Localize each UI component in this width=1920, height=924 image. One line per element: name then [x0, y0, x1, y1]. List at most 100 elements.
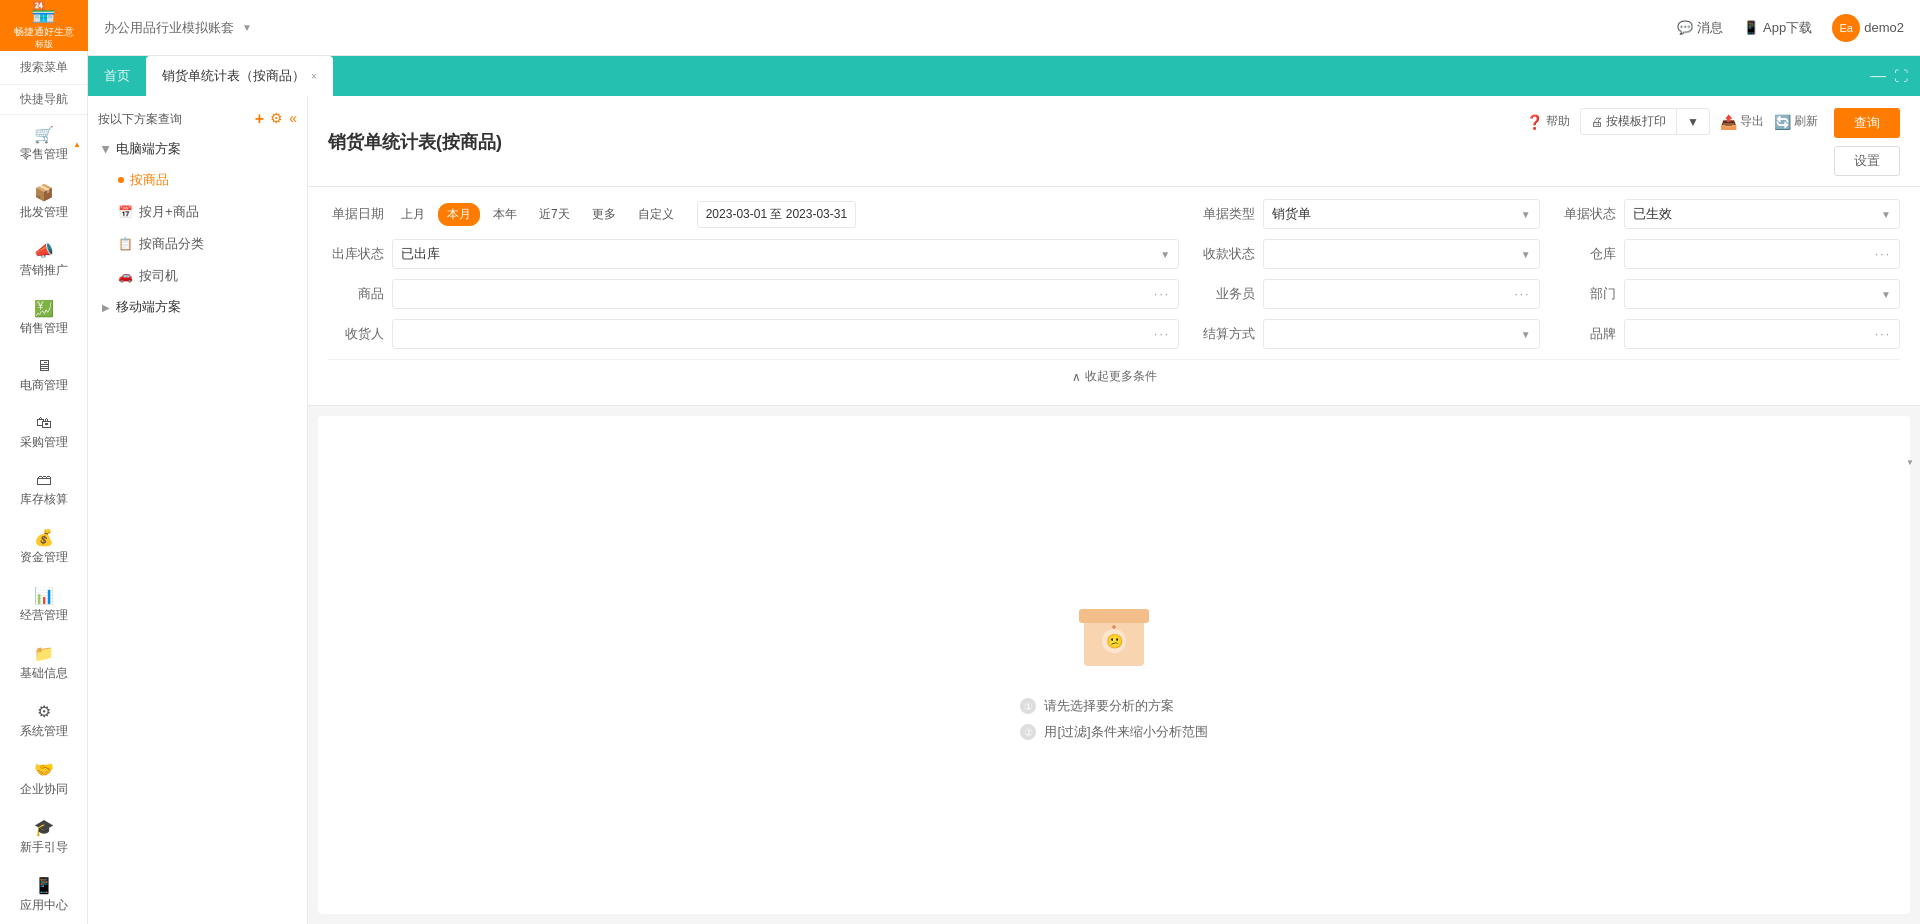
- scheme-item-by-month-product[interactable]: 📅 按月+商品: [88, 196, 307, 228]
- print-arrow-btn[interactable]: ▼: [1677, 111, 1709, 133]
- date-this-year[interactable]: 本年: [484, 203, 526, 226]
- tab-expand-icon[interactable]: ⛶: [1894, 68, 1908, 84]
- tab-close-btn[interactable]: ×: [311, 71, 317, 82]
- logo-text: 畅捷通好生意: [14, 26, 74, 38]
- tab-active[interactable]: 销货单统计表（按商品） ×: [146, 56, 333, 96]
- section-pc-label: 电脑端方案: [116, 140, 181, 158]
- sidebar-item-guide-label: 新手引导: [20, 839, 68, 856]
- sidebar-item-inventory[interactable]: 🗃 库存核算: [0, 461, 87, 518]
- sidebar-item-retail[interactable]: 🛒 零售管理: [0, 115, 87, 173]
- product-select[interactable]: ···: [392, 279, 1179, 309]
- sidebar-item-guide[interactable]: 🎓 新手引导: [0, 808, 87, 866]
- scheme-add-btn[interactable]: +: [255, 110, 264, 128]
- date-last-month[interactable]: 上月: [392, 203, 434, 226]
- scheme-collapse-btn[interactable]: «: [289, 110, 297, 128]
- print-btn[interactable]: 🖨 按模板打印: [1581, 109, 1677, 134]
- date-custom[interactable]: 自定义: [629, 203, 683, 226]
- sidebar-item-enterprise-label: 企业协同: [20, 781, 68, 798]
- sidebar-item-finance[interactable]: 💰 资金管理: [0, 518, 87, 576]
- refresh-label: 刷新: [1794, 113, 1818, 130]
- app-download-label: App下载: [1763, 19, 1812, 37]
- sidebar-item-base-label: 基础信息: [20, 665, 68, 682]
- brand-select[interactable]: ···: [1624, 319, 1900, 349]
- sidebar-item-wholesale[interactable]: 📦 批发管理: [0, 173, 87, 231]
- filter-date: 单据日期 上月 本月 本年 近7天 更多 自定义 2023-: [328, 201, 1179, 228]
- query-btn[interactable]: 查询: [1834, 108, 1900, 138]
- sidebar-item-finance-label: 资金管理: [20, 549, 68, 566]
- sidebar-item-system[interactable]: ⚙ 系统管理: [0, 692, 87, 750]
- tab-home[interactable]: 首页: [88, 56, 146, 96]
- refresh-link[interactable]: 🔄 刷新: [1774, 113, 1818, 130]
- sidebar-item-operations[interactable]: 📊 经营管理: [0, 576, 87, 634]
- empty-hints: ① 请先选择要分析的方案 ② 用[过滤]条件来缩小分析范围: [1020, 697, 1207, 749]
- tab-active-label: 销货单统计表（按商品）: [162, 67, 305, 85]
- help-link[interactable]: ❓ 帮助: [1526, 113, 1570, 130]
- scheme-item-by-driver[interactable]: 🚗 按司机: [88, 260, 307, 292]
- scheme-section-mobile-toggle[interactable]: ▶ 移动端方案: [88, 292, 307, 322]
- appcenter-icon: 📱: [34, 876, 54, 895]
- date-7days[interactable]: 近7天: [530, 203, 579, 226]
- setting-btn[interactable]: 设置: [1834, 146, 1900, 176]
- recipient-select[interactable]: ···: [392, 319, 1179, 349]
- date-range-input[interactable]: 2023-03-01 至 2023-03-31: [697, 201, 856, 228]
- brand-label: 品牌: [1560, 325, 1616, 343]
- date-this-month[interactable]: 本月: [438, 203, 480, 226]
- staff-label: 业务员: [1199, 285, 1255, 303]
- scheme-panel-header: 按以下方案查询 + ⚙ «: [88, 104, 307, 134]
- scheme-section-pc-toggle[interactable]: ▶ 电脑端方案: [88, 134, 307, 164]
- query-setting-btns: 查询 设置: [1834, 108, 1900, 176]
- export-link[interactable]: 📤 导出: [1720, 113, 1764, 130]
- refresh-icon: 🔄: [1774, 114, 1791, 130]
- category-icon: 📋: [118, 237, 133, 251]
- staff-select[interactable]: ···: [1263, 279, 1539, 309]
- department-arrow-icon: ▼: [1881, 289, 1891, 300]
- doc-status-select[interactable]: 已生效 ▼: [1624, 199, 1900, 229]
- sidebar-item-base[interactable]: 📁 基础信息: [0, 634, 87, 692]
- sidebar-quick-nav[interactable]: 快捷导航: [0, 85, 87, 115]
- brand-dots-icon: ···: [1875, 327, 1891, 341]
- date-quick-btns: 上月 本月 本年 近7天 更多 自定义: [392, 203, 683, 226]
- payment-method-select[interactable]: ▼: [1263, 319, 1539, 349]
- filter-product: 商品 ···: [328, 279, 1179, 309]
- scheme-icons: + ⚙ «: [255, 110, 297, 128]
- sidebar-item-purchase[interactable]: 🛍 采购管理: [0, 404, 87, 461]
- hint-text-1: 请先选择要分析的方案: [1044, 697, 1174, 715]
- scheme-item-by-category[interactable]: 📋 按商品分类: [88, 228, 307, 260]
- tab-minimize-icon[interactable]: —: [1870, 67, 1886, 85]
- message-label: 消息: [1697, 19, 1723, 37]
- department-select[interactable]: ▼: [1624, 279, 1900, 309]
- storage-select[interactable]: ···: [1624, 239, 1900, 269]
- right-panel: 销货单统计表(按商品) ❓ 帮助 🖨 按模板打印: [308, 96, 1920, 924]
- app-download-btn[interactable]: 📱 App下载: [1743, 19, 1812, 37]
- sidebar-item-marketing[interactable]: 📣 营销推广: [0, 231, 87, 289]
- scheme-item-by-product[interactable]: 按商品: [88, 164, 307, 196]
- app-logo[interactable]: 🏪 畅捷通好生意 标版: [0, 0, 88, 51]
- payment-status-select[interactable]: ▼: [1263, 239, 1539, 269]
- section-mobile-arrow-icon: ▶: [102, 302, 110, 313]
- sidebar: 🏪 畅捷通好生意 标版 搜索菜单 快捷导航 🛒 零售管理 📦 批发管理 📣 营销…: [0, 0, 88, 924]
- scheme-edit-btn[interactable]: ⚙: [270, 110, 283, 128]
- app-download-icon: 📱: [1743, 20, 1759, 35]
- doc-type-label: 单据类型: [1199, 205, 1255, 223]
- message-btn[interactable]: 💬 消息: [1677, 19, 1723, 37]
- empty-hint-2: ② 用[过滤]条件来缩小分析范围: [1020, 723, 1207, 741]
- date-label: 单据日期: [328, 205, 384, 223]
- hint-text-2: 用[过滤]条件来缩小分析范围: [1044, 723, 1207, 741]
- warehouse-select[interactable]: 已出库 ▼: [392, 239, 1179, 269]
- user-avatar-area[interactable]: Ea demo2: [1832, 14, 1904, 42]
- sidebar-item-appcenter[interactable]: 📱 应用中心: [0, 866, 87, 924]
- doc-type-value: 销货单: [1272, 205, 1311, 223]
- sidebar-search[interactable]: 搜索菜单: [0, 51, 87, 85]
- sidebar-item-sales[interactable]: 💹 销售管理: [0, 289, 87, 347]
- date-more[interactable]: 更多: [583, 203, 625, 226]
- collapse-bar[interactable]: ∧ 收起更多条件: [328, 359, 1900, 393]
- sidebar-item-enterprise[interactable]: 🤝 企业协同: [0, 750, 87, 808]
- sidebar-item-ecommerce[interactable]: 🖥 电商管理: [0, 347, 87, 404]
- svg-rect-1: [1079, 609, 1149, 623]
- page-title: 销货单统计表(按商品): [328, 130, 502, 154]
- doc-type-select[interactable]: 销货单 ▼: [1263, 199, 1539, 229]
- purchase-icon: 🛍: [36, 414, 52, 432]
- industry-selector[interactable]: 办公用品行业模拟账套: [104, 19, 234, 37]
- doc-status-value: 已生效: [1633, 205, 1672, 223]
- sidebar-item-ecommerce-label: 电商管理: [20, 377, 68, 394]
